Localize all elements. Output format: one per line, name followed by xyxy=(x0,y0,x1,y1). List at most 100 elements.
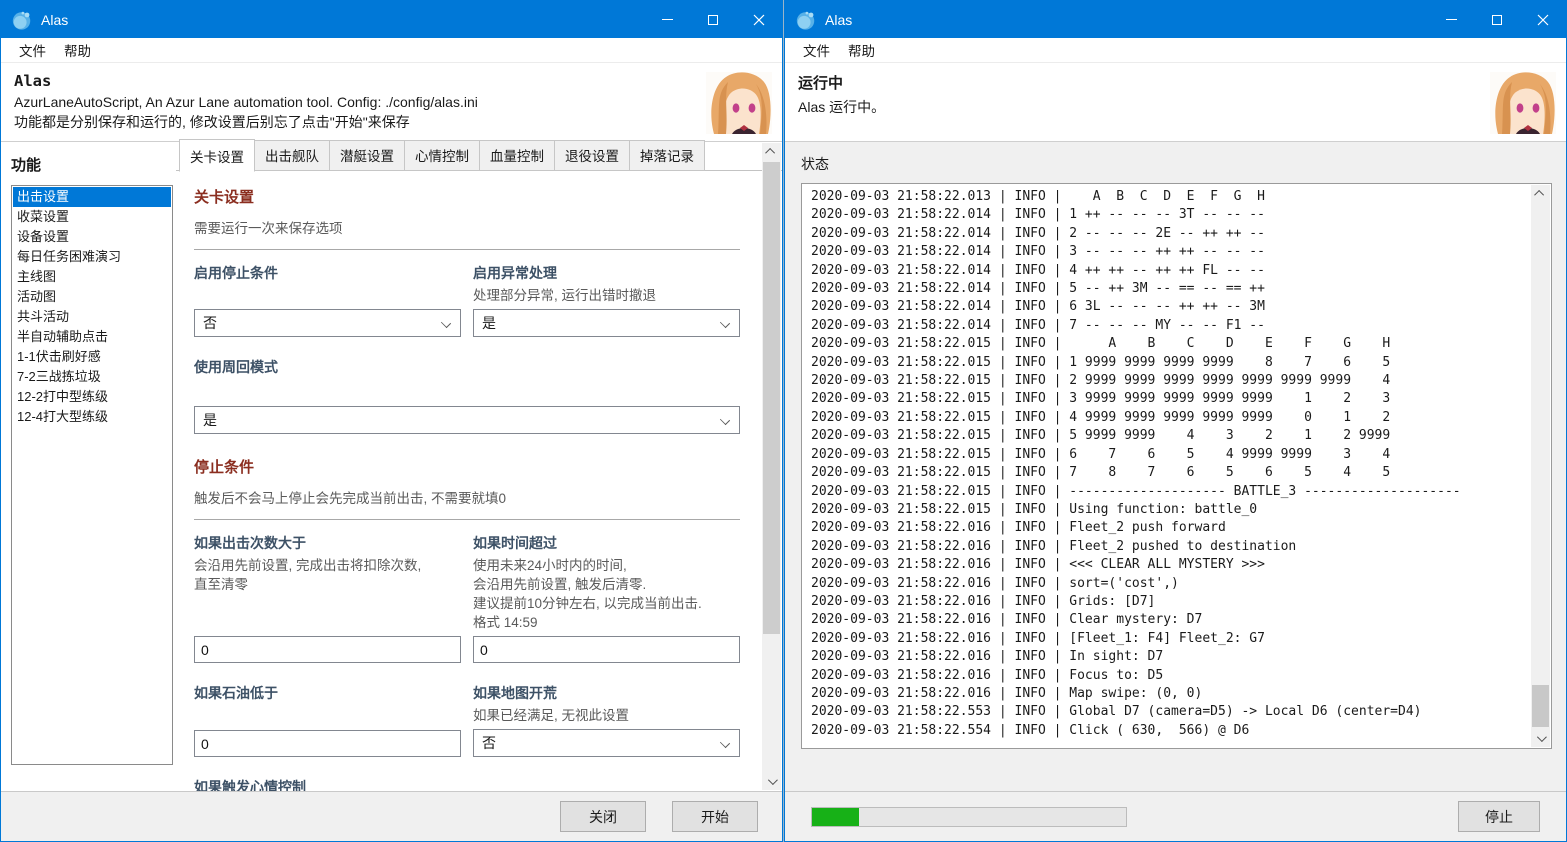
field-desc: 处理部分异常, 运行出错时撤退 xyxy=(473,288,657,303)
window-controls xyxy=(644,1,782,38)
field-label: 如果时间超过 xyxy=(473,535,557,551)
log-line: 2020-09-03 21:58:22.014 | INFO | 2 -- --… xyxy=(811,225,1265,241)
settings-window: Alas 文件 帮助 Alas AzurLaneAutoScript, An Az… xyxy=(0,0,783,842)
progress-bar xyxy=(811,806,1127,827)
field-label: 使用周回模式 xyxy=(194,359,278,375)
close-button[interactable] xyxy=(1520,1,1566,38)
log-line: 2020-09-03 21:58:22.015 | INFO | 6 7 6 5… xyxy=(811,446,1391,462)
field-desc: 使用未来24小时内的时间, 会沿用先前设置, 触发后清零. 建议提前10分钟左右… xyxy=(473,558,702,630)
run-footer: 停止 xyxy=(785,791,1566,841)
menu-item[interactable]: 帮助 xyxy=(55,40,100,60)
menu-item[interactable]: 文件 xyxy=(794,40,839,60)
if-map-select[interactable]: 否 xyxy=(473,729,740,757)
log-line: 2020-09-03 21:58:22.014 | INFO | 5 -- ++… xyxy=(811,281,1265,297)
scroll-down-button[interactable] xyxy=(762,773,781,790)
loop-mode-select[interactable]: 是 xyxy=(194,406,740,434)
maximize-icon xyxy=(708,14,718,25)
chevron-down-icon xyxy=(767,775,778,786)
log-line: 2020-09-03 21:58:22.016 | INFO | Fleet_2… xyxy=(811,538,1297,554)
enable-exception-select[interactable]: 是 xyxy=(473,309,740,337)
chevron-up-icon xyxy=(765,147,776,158)
log-line: 2020-09-03 21:58:22.016 | INFO | Clear m… xyxy=(811,612,1203,628)
function-list-item[interactable]: 活动图 xyxy=(13,287,171,307)
scrollbar-thumb[interactable] xyxy=(1532,685,1549,727)
log-line: 2020-09-03 21:58:22.016 | INFO | Focus t… xyxy=(811,667,1164,683)
form-row-2: 如果出击次数大于 会沿用先前设置, 完成出击将扣除次数, 直至清零 如果时间超过… xyxy=(194,533,740,663)
function-list-item[interactable]: 1-1伏击刷好感 xyxy=(13,347,171,367)
scroll-up-button[interactable] xyxy=(762,143,781,160)
log-scrollbar[interactable] xyxy=(1531,185,1550,747)
menubar: 文件 帮助 xyxy=(1,38,782,63)
tab[interactable]: 血量控制 xyxy=(479,140,555,171)
function-list-item[interactable]: 共斗活动 xyxy=(13,307,171,327)
close-icon xyxy=(1537,14,1549,25)
tab[interactable]: 退役设置 xyxy=(554,140,630,171)
enable-stop-select[interactable]: 否 xyxy=(194,309,461,337)
scroll-up-button[interactable] xyxy=(1531,185,1550,202)
content-scrollbar[interactable] xyxy=(762,143,781,790)
sidebar-title: 功能 xyxy=(11,157,42,174)
if-oil-input[interactable] xyxy=(194,730,461,757)
log-output[interactable]: 2020-09-03 21:58:22.013 | INFO | A B C D… xyxy=(801,183,1552,749)
titlebar[interactable]: Alas xyxy=(1,1,782,38)
stop-button[interactable]: 停止 xyxy=(1458,801,1540,832)
field-label: 如果地图开荒 xyxy=(473,685,557,701)
settings-body: 功能 出击设置 收菜设置 设备设置 每日任务困难演习 主线图 活动图 共斗活动 半自动辅助点击… xyxy=(1,139,782,791)
field-if-count: 如果出击次数大于 会沿用先前设置, 完成出击将扣除次数, 直至清零 xyxy=(194,533,461,663)
if-count-input[interactable] xyxy=(194,636,461,663)
app-subtitle: AzurLaneAutoScript, An Azur Lane automat… xyxy=(14,94,478,110)
close-button[interactable] xyxy=(736,1,782,38)
select-value: 否 xyxy=(482,735,496,751)
close-config-button[interactable]: 关闭 xyxy=(560,801,646,832)
tab[interactable]: 出击舰队 xyxy=(254,140,330,171)
function-list-item[interactable]: 半自动辅助点击 xyxy=(13,327,171,347)
tab[interactable]: 关卡设置 xyxy=(179,139,255,172)
scrollbar-thumb[interactable] xyxy=(763,162,780,635)
field-desc: 会沿用先前设置, 完成出击将扣除次数, 直至清零 xyxy=(194,558,422,592)
tab[interactable]: 潜艇设置 xyxy=(329,140,405,171)
function-list-item[interactable]: 7-2三战拣垃圾 xyxy=(13,367,171,387)
avatar xyxy=(1490,72,1556,134)
menubar: 文件 帮助 xyxy=(785,38,1566,63)
function-list: 出击设置 收菜设置 设备设置 每日任务困难演习 主线图 活动图 共斗活动 半自动辅助点击 1-1… xyxy=(11,185,173,765)
chevron-up-icon xyxy=(1534,189,1545,200)
function-list-item[interactable]: 每日任务困难演习 xyxy=(13,247,171,267)
section-desc-stage: 需要运行一次来保存选项 xyxy=(194,221,343,236)
maximize-button[interactable] xyxy=(690,1,736,38)
function-list-item[interactable]: 收菜设置 xyxy=(13,207,171,227)
titlebar[interactable]: Alas xyxy=(785,1,1566,38)
function-list-item[interactable]: 主线图 xyxy=(13,267,171,287)
function-list-item[interactable]: 12-2打中型练级 xyxy=(13,387,171,407)
form-row-1: 启用停止条件 否 启用异常处理 处理部分异常, 运行出错时撤退 是 xyxy=(194,263,740,337)
function-sidebar: 功能 出击设置 收菜设置 设备设置 每日任务困难演习 主线图 活动图 共斗活动 半自动辅助点击… xyxy=(1,142,176,791)
if-time-input[interactable] xyxy=(473,636,740,663)
chevron-down-icon xyxy=(1536,732,1547,743)
run-header: 运行中 Alas 运行中。 xyxy=(785,63,1566,142)
tab[interactable]: 心情控制 xyxy=(404,140,480,171)
minimize-button[interactable] xyxy=(1428,1,1474,38)
minimize-button[interactable] xyxy=(644,1,690,38)
log-lines: 2020-09-03 21:58:22.013 | INFO | A B C D… xyxy=(811,188,1525,740)
progress-fill xyxy=(812,807,860,826)
avatar xyxy=(706,72,772,134)
function-list-item[interactable]: 12-4打大型练级 xyxy=(13,407,171,427)
function-list-item[interactable]: 设备设置 xyxy=(13,227,171,247)
field-label: 启用停止条件 xyxy=(194,265,278,281)
window-controls xyxy=(1428,1,1566,38)
tab[interactable]: 掉落记录 xyxy=(629,140,705,171)
maximize-button[interactable] xyxy=(1474,1,1520,38)
start-button[interactable]: 开始 xyxy=(672,801,758,832)
function-list-item[interactable]: 出击设置 xyxy=(13,187,171,207)
log-line: 2020-09-03 21:58:22.553 | INFO | Global … xyxy=(811,704,1422,720)
app-title: Alas xyxy=(14,72,52,90)
alas-app-icon xyxy=(12,11,31,30)
tabbar: 关卡设置 出击舰队 潜艇设置 心情控制 血量控制 退役设置 掉落记录 xyxy=(176,139,782,172)
log-line: 2020-09-03 21:58:22.014 | INFO | 6 3L --… xyxy=(811,299,1265,315)
menu-item[interactable]: 文件 xyxy=(10,40,55,60)
form-row-3: 如果石油低于 如果地图开荒 如果已经满足, 无视此设置 否 xyxy=(194,683,740,757)
menu-item[interactable]: 帮助 xyxy=(839,40,884,60)
field-loop-mode: 使用周回模式 是 xyxy=(194,357,740,434)
log-line: 2020-09-03 21:58:22.015 | INFO | 1 9999 … xyxy=(811,354,1391,370)
run-status-subtitle: Alas 运行中。 xyxy=(798,99,886,115)
scroll-down-button[interactable] xyxy=(1531,730,1550,747)
